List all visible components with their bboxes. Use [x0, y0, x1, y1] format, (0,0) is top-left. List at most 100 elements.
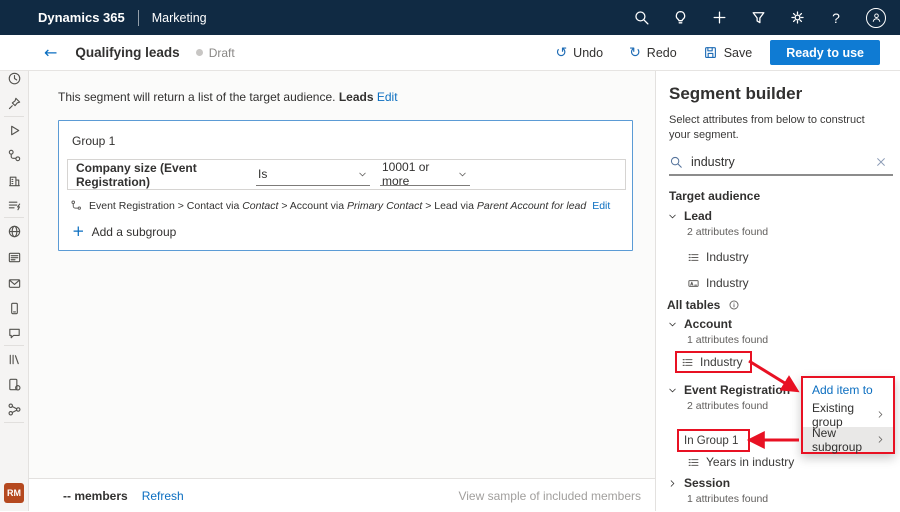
- dynamics-365-logo[interactable]: Dynamics 365: [38, 10, 125, 25]
- app-name[interactable]: Marketing: [152, 11, 207, 25]
- intro-text: This segment will return a list of the t…: [58, 90, 335, 104]
- chevron-down-icon: [667, 211, 678, 222]
- filter-icon[interactable]: [749, 9, 767, 27]
- attribute-item-lead-industry-text[interactable]: Industry: [687, 276, 749, 290]
- attribute-item-account-industry[interactable]: Industry: [675, 351, 752, 373]
- option-set-icon: [681, 356, 694, 369]
- mobile-phone-icon[interactable]: [0, 297, 28, 319]
- user-avatar[interactable]: RM: [4, 483, 24, 503]
- chevron-right-icon: [875, 409, 886, 420]
- app-window: Dynamics 365 Marketing ? ← Qualifying le…: [0, 0, 900, 511]
- path-segment: Account via: [290, 200, 347, 212]
- status-indicator: Draft: [196, 46, 235, 60]
- path-icon: [70, 199, 83, 212]
- chevron-right-icon: [875, 434, 886, 445]
- add-subgroup-button[interactable]: + Add a subgroup: [72, 224, 176, 239]
- section-count: 2 attributes found: [687, 400, 768, 412]
- panel-subtitle: Select attributes from below to construc…: [669, 113, 874, 143]
- envelope-icon[interactable]: [0, 272, 28, 294]
- chevron-down-icon: [357, 169, 368, 180]
- list-lightning-icon[interactable]: [0, 194, 28, 216]
- value-dropdown[interactable]: 10001 or more: [380, 163, 470, 186]
- section-label: Account: [684, 317, 732, 331]
- sidebar-divider: [4, 217, 24, 218]
- settings-gear-icon[interactable]: [788, 9, 806, 27]
- left-sidebar: RM: [0, 35, 29, 511]
- path-relationship: Parent Account for lead: [477, 200, 586, 212]
- close-icon[interactable]: [875, 156, 887, 168]
- value-text: 10001 or more: [382, 160, 457, 188]
- tree-section-event-registration[interactable]: Event Registration: [667, 383, 790, 397]
- undo-icon: ↺: [555, 46, 567, 60]
- section-label: Session: [684, 476, 730, 490]
- pages-gear-icon[interactable]: [0, 373, 28, 395]
- operator-dropdown[interactable]: Is: [256, 163, 370, 186]
- attribute-item-lead-industry-optionset[interactable]: Industry: [687, 250, 749, 264]
- sidebar-divider: [4, 116, 24, 117]
- condition-attribute-label: Company size (Event Registration): [76, 161, 252, 189]
- attribute-item-years-in-industry[interactable]: Years in industry: [687, 455, 794, 469]
- chat-bubble-icon[interactable]: [0, 322, 28, 344]
- save-icon: [703, 45, 718, 60]
- context-menu-new-subgroup[interactable]: New subgroup: [803, 427, 893, 452]
- refresh-link[interactable]: Refresh: [142, 489, 184, 503]
- path-relationship: Contact: [242, 200, 278, 212]
- relationship-path: Event Registration > Contact via Contact…: [70, 199, 610, 212]
- back-arrow-icon[interactable]: ←: [44, 43, 57, 62]
- pushpin-icon[interactable]: [0, 92, 28, 114]
- section-label: Lead: [684, 209, 712, 223]
- add-icon[interactable]: [710, 9, 728, 27]
- undo-button[interactable]: ↺ Undo: [547, 42, 611, 64]
- redo-icon: ↻: [629, 46, 641, 60]
- info-icon[interactable]: [728, 299, 740, 311]
- intro-entity: Leads: [339, 90, 374, 104]
- command-bar: ← Qualifying leads Draft ↺ Undo ↻ Redo S…: [0, 35, 900, 71]
- lightbulb-icon[interactable]: [671, 9, 689, 27]
- save-button[interactable]: Save: [695, 41, 761, 64]
- intro-edit-link[interactable]: Edit: [377, 90, 398, 104]
- path-edit-link[interactable]: Edit: [592, 200, 610, 212]
- command-bar-actions: ↺ Undo ↻ Redo Save Ready to use: [547, 40, 900, 65]
- status-label: Draft: [209, 46, 235, 60]
- tree-section-lead[interactable]: Lead: [667, 209, 712, 223]
- chevron-down-icon: [667, 319, 678, 330]
- tree-section-session[interactable]: Session: [667, 476, 730, 490]
- library-books-icon[interactable]: [0, 348, 28, 370]
- path-separator: >: [422, 200, 434, 212]
- form-card-icon[interactable]: [0, 246, 28, 268]
- search-input[interactable]: [689, 154, 863, 170]
- search-icon[interactable]: [632, 9, 650, 27]
- path-separator: >: [278, 200, 289, 212]
- sidebar-divider: [4, 345, 24, 346]
- in-group-1-flyout-item[interactable]: In Group 1: [677, 429, 750, 452]
- customer-journey-icon[interactable]: [0, 144, 28, 166]
- ready-to-use-button[interactable]: Ready to use: [770, 40, 880, 65]
- play-icon[interactable]: [0, 119, 28, 141]
- view-sample-link[interactable]: View sample of included members: [458, 489, 641, 503]
- help-icon[interactable]: ?: [827, 9, 845, 27]
- section-count: 2 attributes found: [687, 226, 768, 238]
- segment-intro: This segment will return a list of the t…: [58, 90, 398, 104]
- chevron-right-icon: [667, 478, 678, 489]
- context-menu-existing-group[interactable]: Existing group: [803, 402, 893, 427]
- sidebar-divider: [4, 422, 24, 423]
- chevron-down-icon: [667, 385, 678, 396]
- globe-icon[interactable]: [0, 220, 28, 242]
- redo-label: Redo: [647, 46, 677, 60]
- account-avatar[interactable]: [866, 8, 886, 28]
- add-subgroup-label: Add a subgroup: [92, 225, 177, 239]
- panel-title: Segment builder: [669, 84, 802, 104]
- context-menu-header[interactable]: Add item to: [803, 378, 893, 402]
- path-segment: Event Registration: [89, 200, 175, 212]
- building-icon[interactable]: [0, 169, 28, 191]
- share-nodes-icon[interactable]: [0, 398, 28, 420]
- members-count: -- members: [63, 489, 128, 503]
- top-navigation-bar: Dynamics 365 Marketing ?: [0, 0, 900, 35]
- search-icon: [669, 155, 683, 169]
- condition-row: Company size (Event Registration) Is 100…: [67, 159, 626, 190]
- path-text: Event Registration > Contact via Contact…: [89, 200, 586, 212]
- redo-button[interactable]: ↻ Redo: [621, 42, 685, 64]
- tree-section-account[interactable]: Account: [667, 317, 732, 331]
- attribute-search-box[interactable]: [669, 149, 893, 176]
- section-label: Event Registration: [684, 383, 790, 397]
